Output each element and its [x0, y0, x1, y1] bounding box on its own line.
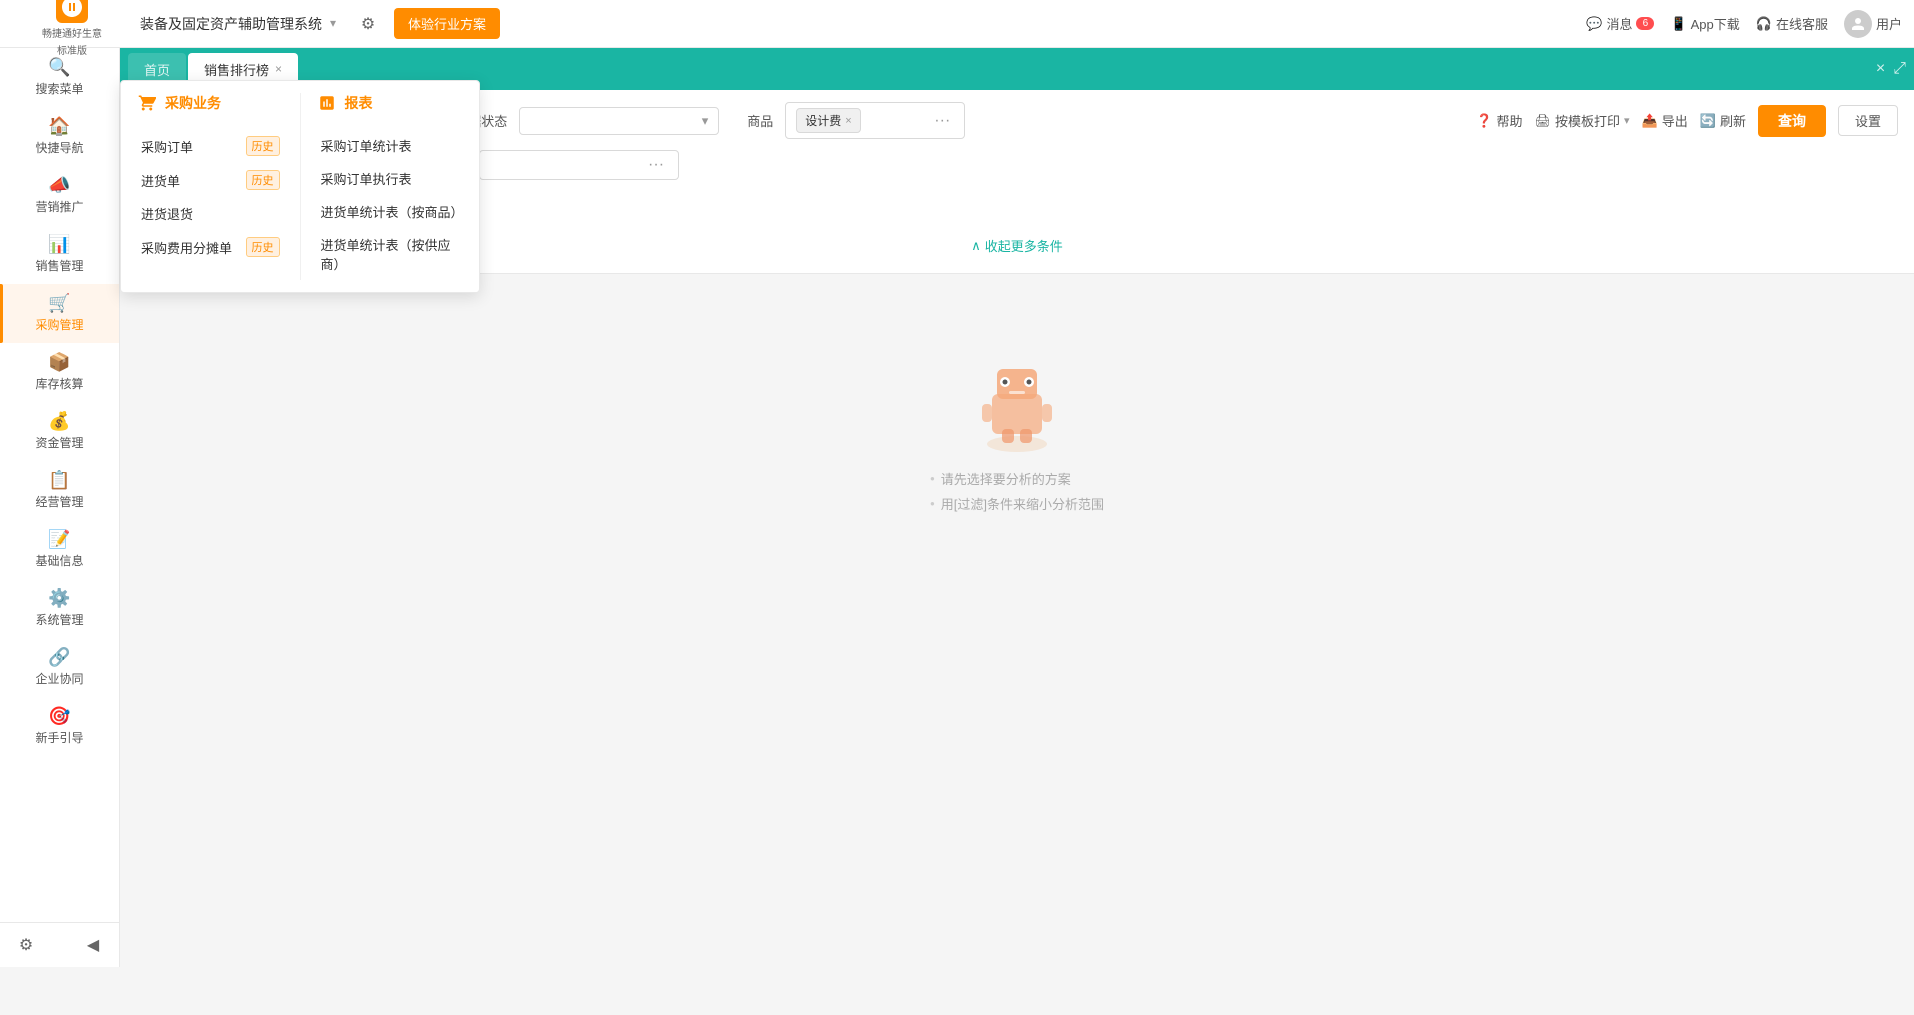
menu-col2-title: 报表 — [317, 93, 464, 119]
menu-item-po-exec[interactable]: 采购订单执行表 — [317, 162, 464, 195]
menu-item-label: 进货单统计表（按供应商） — [321, 235, 460, 273]
reports-icon — [317, 93, 337, 113]
purchase-business-icon — [137, 93, 157, 113]
menu-col1-title: 采购业务 — [137, 93, 284, 119]
history-badge: 历史 — [246, 136, 280, 156]
menu-col-reports: 报表 采购订单统计表 采购订单执行表 进货单统计表（按商品） 进货单统计表（按供… — [301, 93, 480, 280]
menu-item-label: 采购订单统计表 — [321, 136, 412, 155]
menu-item-receive-goods[interactable]: 进货单 历史 — [137, 163, 284, 197]
menu-item-receive-stats-supplier[interactable]: 进货单统计表（按供应商） — [317, 228, 464, 280]
menu-item-label: 进货单 — [141, 171, 180, 190]
menu-item-return-goods[interactable]: 进货退货 — [137, 197, 284, 230]
menu-item-label: 进货单统计表（按商品） — [321, 202, 460, 221]
menu-item-label: 采购费用分摊单 — [141, 238, 232, 257]
history-badge: 历史 — [246, 170, 280, 190]
history-badge: 历史 — [246, 237, 280, 257]
menu-col1-title-label: 采购业务 — [165, 93, 221, 113]
menu-item-purchase-expense[interactable]: 采购费用分摊单 历史 — [137, 230, 284, 264]
menu-item-label: 进货退货 — [141, 204, 193, 223]
menu-item-receive-stats-goods[interactable]: 进货单统计表（按商品） — [317, 195, 464, 228]
menu-col-purchase-business: 采购业务 采购订单 历史 进货单 历史 进货退货 采购费用分摊单 历史 — [121, 93, 301, 280]
purchase-dropdown-menu: 采购业务 采购订单 历史 进货单 历史 进货退货 采购费用分摊单 历史 报表 采… — [120, 80, 480, 293]
menu-item-label: 采购订单执行表 — [321, 169, 412, 188]
menu-item-po-stats[interactable]: 采购订单统计表 — [317, 129, 464, 162]
menu-item-label: 采购订单 — [141, 137, 193, 156]
menu-item-purchase-order[interactable]: 采购订单 历史 — [137, 129, 284, 163]
menu-col2-title-label: 报表 — [345, 93, 373, 113]
